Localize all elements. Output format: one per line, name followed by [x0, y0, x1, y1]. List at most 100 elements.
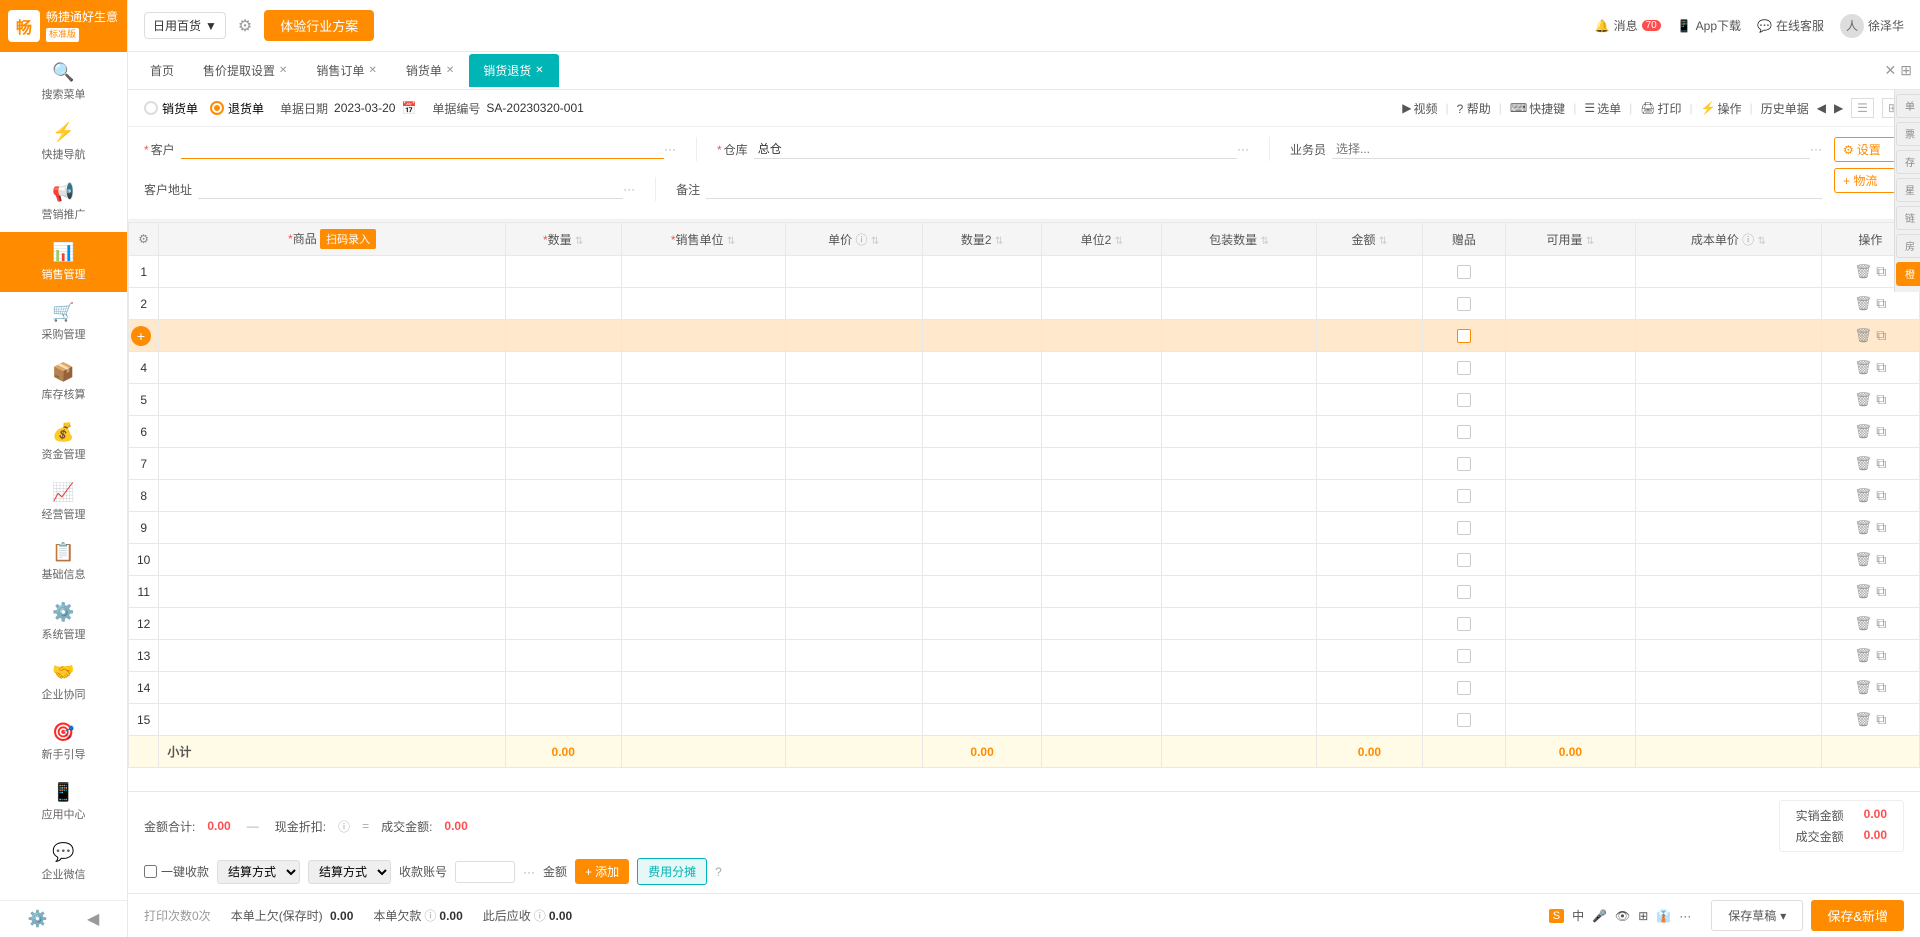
radio-return[interactable]: 退货单	[210, 100, 264, 117]
warehouse-dots[interactable]: ···	[1237, 142, 1249, 156]
quick-panel-btn-5[interactable]: 链	[1896, 206, 1920, 230]
delete-row-icon[interactable]: 🗑	[1854, 423, 1872, 440]
sidebar-item-finance[interactable]: 💰 资金管理	[0, 412, 127, 472]
gift-checkbox[interactable]	[1457, 617, 1471, 631]
print-btn[interactable]: 🖨打印	[1640, 100, 1681, 117]
warehouse-input[interactable]	[754, 140, 1237, 159]
sidebar-settings-icon[interactable]: ⚙️	[28, 909, 48, 929]
radio-delivery[interactable]: 销货单	[144, 100, 198, 117]
tab-expand[interactable]: ⊞	[1900, 62, 1912, 79]
quantity2-sort-icon[interactable]: ⇅	[995, 236, 1003, 247]
product-cell-active[interactable]	[159, 320, 506, 352]
address-input[interactable]	[198, 180, 623, 199]
tab-sales-order-close[interactable]: ✕	[368, 65, 376, 76]
sidebar-item-guide[interactable]: 🎯 新手引导	[0, 712, 127, 772]
sales-unit-cell[interactable]	[621, 320, 785, 352]
gift-checkbox[interactable]	[1457, 425, 1471, 439]
product-cell[interactable]	[159, 288, 506, 320]
quantity2-cell[interactable]	[922, 288, 1042, 320]
tab-sales-return[interactable]: 销货退货 ✕	[469, 54, 558, 87]
help-btn[interactable]: ? 帮助	[1457, 100, 1491, 117]
tab-close-all[interactable]: ✕	[1885, 62, 1897, 79]
im-icon-eye[interactable]: 👁	[1615, 909, 1630, 923]
customer-dots[interactable]: ···	[664, 142, 676, 156]
amount-sort-icon[interactable]: ⇅	[1379, 236, 1387, 247]
account-dots[interactable]: ···	[523, 865, 535, 879]
sidebar-item-marketing[interactable]: 📢 营销推广	[0, 172, 127, 232]
prev-doc-btn[interactable]: ◀	[1817, 101, 1826, 115]
gift-cell[interactable]	[1423, 288, 1506, 320]
amount-cell[interactable]	[1316, 288, 1422, 320]
select-btn[interactable]: ☰选单	[1584, 100, 1621, 117]
delete-row-icon[interactable]: 🗑	[1854, 327, 1872, 344]
calculate-method-select[interactable]: 结算方式	[308, 860, 391, 884]
quick-panel-btn-3[interactable]: 存	[1896, 150, 1920, 174]
copy-row-icon[interactable]: ⧉	[1876, 647, 1886, 664]
history-btn[interactable]: 历史单据	[1761, 100, 1809, 117]
tab-price-setting[interactable]: 售价提取设置 ✕	[189, 54, 302, 87]
delete-row-icon[interactable]: 🗑	[1854, 583, 1872, 600]
quantity-cell[interactable]	[505, 256, 621, 288]
sidebar-item-purchase[interactable]: 🛒 采购管理	[0, 292, 127, 352]
sidebar-item-wechat[interactable]: 💬 企业微信	[0, 832, 127, 892]
pack-qty-cell[interactable]	[1162, 320, 1317, 352]
gift-cell[interactable]	[1423, 320, 1506, 352]
tab-sales-delivery-close[interactable]: ✕	[446, 65, 454, 76]
quantity2-cell[interactable]	[922, 256, 1042, 288]
next-doc-btn[interactable]: ▶	[1834, 101, 1843, 115]
quantity2-cell[interactable]	[922, 320, 1042, 352]
pack-sort-icon[interactable]: ⇅	[1260, 236, 1268, 247]
quick-panel-btn-7[interactable]: 橙	[1896, 262, 1920, 286]
experience-btn[interactable]: 体验行业方案	[264, 10, 374, 41]
unit-price-cell[interactable]	[785, 320, 922, 352]
delete-row-icon[interactable]: 🗑	[1854, 519, 1872, 536]
sidebar-item-operations[interactable]: 📈 经营管理	[0, 472, 127, 532]
one-click-collect-check[interactable]: 一键收款	[144, 863, 209, 880]
notification-btn[interactable]: 🔔 消息 70	[1595, 17, 1661, 34]
cost-sort-icon[interactable]: ⇅	[1758, 236, 1766, 247]
copy-row-icon[interactable]: ⧉	[1876, 487, 1886, 504]
copy-row-icon[interactable]: ⧉	[1876, 359, 1886, 376]
gift-checkbox[interactable]	[1457, 713, 1471, 727]
im-icon-dots[interactable]: ···	[1679, 909, 1691, 923]
shortcut-keys-btn[interactable]: ⌨快捷键	[1510, 100, 1565, 117]
sidebar-item-basic[interactable]: 📋 基础信息	[0, 532, 127, 592]
copy-row-icon[interactable]: ⧉	[1876, 615, 1886, 632]
product-input-active[interactable]	[167, 329, 497, 343]
copy-row-icon[interactable]: ⧉	[1876, 679, 1886, 696]
unit-price-cell[interactable]	[785, 256, 922, 288]
add-row-btn[interactable]: +	[131, 326, 151, 346]
im-icon-grid[interactable]: ⊞	[1638, 909, 1648, 923]
delete-row-icon[interactable]: 🗑	[1854, 711, 1872, 728]
video-btn[interactable]: ▶视频	[1402, 100, 1437, 117]
copy-row-icon[interactable]: ⧉	[1876, 583, 1886, 600]
industry-selector[interactable]: 日用百货 ▼	[144, 12, 226, 39]
delete-row-icon[interactable]: 🗑	[1854, 615, 1872, 632]
unit2-cell[interactable]	[1042, 320, 1162, 352]
gift-checkbox[interactable]	[1457, 521, 1471, 535]
unit-price-cell[interactable]	[785, 288, 922, 320]
gift-checkbox[interactable]	[1457, 681, 1471, 695]
delete-row-icon[interactable]: 🗑	[1854, 263, 1872, 280]
quantity-cell[interactable]	[505, 288, 621, 320]
delete-row-icon[interactable]: 🗑	[1854, 391, 1872, 408]
pack-qty-cell[interactable]	[1162, 256, 1317, 288]
gift-checkbox[interactable]	[1457, 489, 1471, 503]
gift-checkbox[interactable]	[1457, 393, 1471, 407]
sidebar-item-system[interactable]: ⚙️ 系统管理	[0, 592, 127, 652]
th-gear[interactable]: ⚙	[129, 223, 159, 256]
sidebar-item-enterprise[interactable]: 🤝 企业协同	[0, 652, 127, 712]
delete-row-icon[interactable]: 🗑	[1854, 551, 1872, 568]
gift-checkbox[interactable]	[1457, 361, 1471, 375]
delete-row-icon[interactable]: 🗑	[1854, 647, 1872, 664]
im-icon-mic[interactable]: 🎤	[1592, 909, 1607, 923]
delete-row-icon[interactable]: 🗑	[1854, 679, 1872, 696]
gift-checkbox[interactable]	[1457, 585, 1471, 599]
sidebar-item-sales[interactable]: 📊 销售管理	[0, 232, 127, 292]
unit2-cell[interactable]	[1042, 256, 1162, 288]
gift-checkbox[interactable]	[1457, 457, 1471, 471]
copy-row-icon[interactable]: ⧉	[1876, 391, 1886, 408]
sidebar-item-member[interactable]: 👑 畅会员	[0, 892, 127, 900]
unit2-cell[interactable]	[1042, 288, 1162, 320]
gift-cell[interactable]	[1423, 256, 1506, 288]
